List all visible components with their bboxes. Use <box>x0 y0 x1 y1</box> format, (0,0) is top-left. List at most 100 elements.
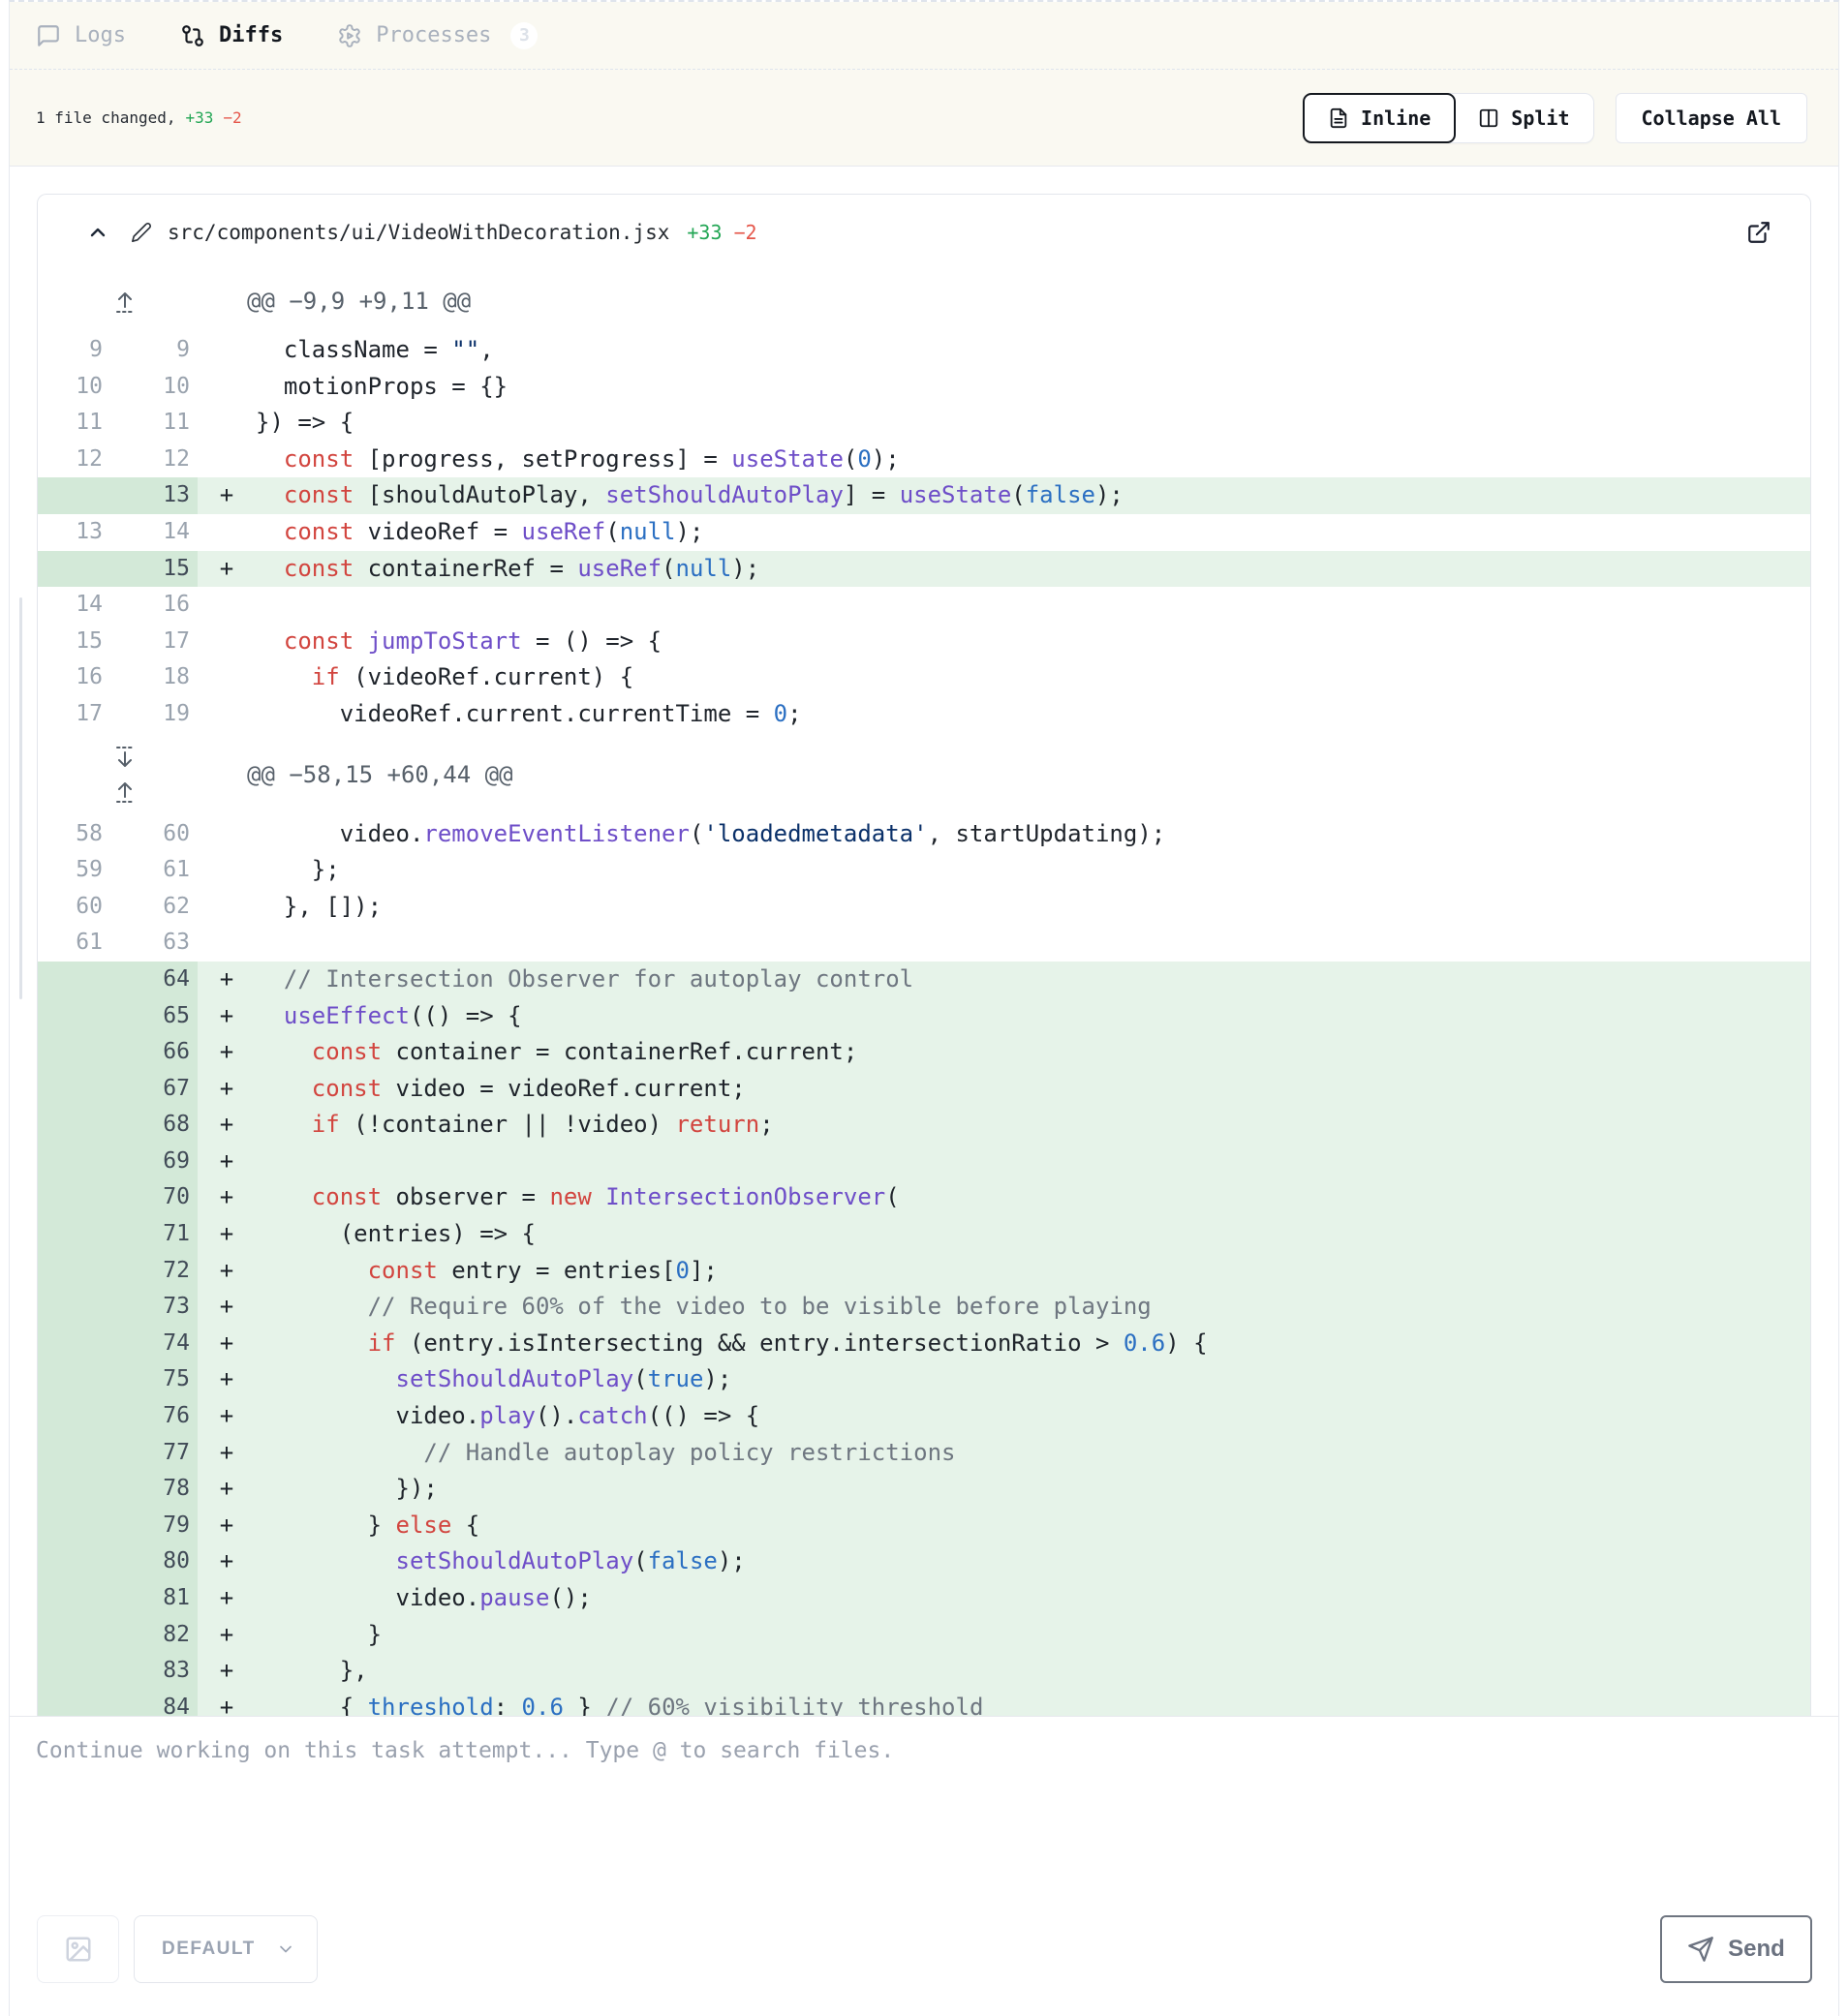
send-button[interactable]: Send <box>1660 1915 1812 1983</box>
code-text: video.play().catch(() => { <box>256 1402 760 1430</box>
tab-diffs[interactable]: Diffs <box>180 23 283 48</box>
old-line-number <box>38 1252 110 1290</box>
diff-marker <box>198 405 256 442</box>
collapse-all-button[interactable]: Collapse All <box>1615 92 1807 143</box>
code-text: const videoRef = useRef(null); <box>283 517 704 545</box>
diff-line: 58 60 video.removeEventListener('loadedme… <box>38 816 1810 853</box>
send-icon <box>1688 1937 1713 1962</box>
attach-image-button[interactable] <box>37 1915 119 1983</box>
diff-marker: + <box>219 1038 234 1066</box>
expand-down-button[interactable] <box>109 743 140 774</box>
code-text: // Intersection Observer for autoplay co… <box>283 964 914 993</box>
new-line-number: 13 <box>110 477 198 514</box>
old-line-number: 59 <box>76 857 103 883</box>
code-text: // Handle autoplay policy restrictions <box>423 1438 956 1466</box>
new-line-number: 84 <box>110 1689 198 1716</box>
diff-marker: + <box>219 1620 234 1648</box>
diff-content: @@ −9,9 +9,11 @@ 9 9 className = "", 10 10 m… <box>38 270 1810 1716</box>
tab-processes-label: Processes <box>376 23 492 47</box>
old-line-number: 14 <box>76 592 103 618</box>
new-line-number: 70 <box>110 1179 198 1217</box>
processes-count-badge: 3 <box>510 21 539 49</box>
new-line-number: 19 <box>163 700 190 726</box>
old-line-number: 16 <box>76 664 103 690</box>
diff-line: 61 63 <box>38 925 1810 962</box>
hunk-header: @@ −58,15 +60,44 @@ <box>38 733 1810 816</box>
new-line-number: 63 <box>163 930 190 956</box>
expand-up-button[interactable] <box>109 776 140 807</box>
diff-toolbar: 1 file changed, +33 −2 Inline Split Coll… <box>10 70 1838 167</box>
diff-line: 65 + useEffect(() => { <box>38 997 1810 1035</box>
diff-marker: + <box>219 1584 234 1611</box>
hunk-header: @@ −9,9 +9,11 @@ <box>38 270 1810 332</box>
diff-marker: + <box>219 481 234 509</box>
diff-marker: + <box>219 1329 234 1357</box>
diff-marker: + <box>219 1365 234 1393</box>
new-line-number: 10 <box>163 373 190 399</box>
old-line-number <box>38 477 110 514</box>
diff-marker: + <box>219 1001 234 1029</box>
code-text: }, <box>256 1657 368 1685</box>
code-text: { threshold: 0.6 } // 60% visibility thr… <box>256 1693 984 1716</box>
new-line-number: 73 <box>110 1289 198 1326</box>
file-text-icon <box>1330 107 1347 128</box>
diff-marker: + <box>219 1256 234 1284</box>
new-line-number: 67 <box>110 1070 198 1108</box>
pencil-icon <box>131 222 152 243</box>
diff-line: 14 16 <box>38 587 1810 624</box>
diff-line: 76 + video.play().catch(() => { <box>38 1398 1810 1435</box>
diff-marker <box>198 816 256 853</box>
code-text: const entry = entries[0]; <box>367 1256 718 1284</box>
git-compare-icon <box>182 24 203 46</box>
scrollbar-thumb[interactable] <box>19 597 22 999</box>
old-line-number <box>38 1471 110 1508</box>
model-selector[interactable]: DEFAULT <box>134 1915 318 1983</box>
new-line-number: 79 <box>110 1507 198 1544</box>
diff-line: 73 + // Require 60% of the video to be vi… <box>38 1289 1810 1326</box>
new-line-number: 61 <box>163 857 190 883</box>
new-line-number: 11 <box>163 410 190 436</box>
changed-files-summary: 1 file changed, +33 −2 <box>36 108 242 127</box>
diff-line: 16 18 if (videoRef.current) { <box>38 659 1810 696</box>
new-line-number: 72 <box>110 1252 198 1290</box>
new-line-number: 77 <box>110 1434 198 1472</box>
send-button-label: Send <box>1728 1936 1785 1962</box>
inline-view-button[interactable]: Inline <box>1303 92 1457 143</box>
summary-deletions: −2 <box>223 108 242 127</box>
code-text: video.removeEventListener('loadedmetadat… <box>256 819 1166 847</box>
diff-marker: + <box>219 1183 234 1211</box>
tab-logs[interactable]: Logs <box>36 23 126 48</box>
chevron-down-icon <box>280 1945 292 1953</box>
new-line-number: 80 <box>110 1543 198 1580</box>
diff-line: 67 + const video = videoRef.current; <box>38 1070 1810 1108</box>
old-line-number: 10 <box>76 373 103 399</box>
tab-processes[interactable]: Processes 3 <box>337 21 539 49</box>
old-line-number <box>38 1434 110 1472</box>
composer-input[interactable] <box>36 1738 1682 1854</box>
gear-icon <box>339 23 360 47</box>
open-external-button[interactable] <box>1746 220 1771 245</box>
new-line-number: 82 <box>110 1616 198 1654</box>
new-line-number: 62 <box>163 893 190 919</box>
diff-line: 83 + }, <box>38 1653 1810 1690</box>
old-line-number <box>38 1216 110 1253</box>
diff-marker <box>198 624 256 660</box>
new-line-number: 12 <box>163 445 190 472</box>
collapse-file-button[interactable] <box>86 221 109 244</box>
diff-line: 79 + } else { <box>38 1507 1810 1544</box>
diff-line: 68 + if (!container || !video) return; <box>38 1107 1810 1144</box>
code-text: const [progress, setProgress] = useState… <box>283 444 900 473</box>
diff-marker: + <box>219 1111 234 1139</box>
diff-marker <box>198 442 256 478</box>
diff-line: 74 + if (entry.isIntersecting && entry.in… <box>38 1325 1810 1362</box>
new-line-number: 18 <box>163 664 190 690</box>
old-line-number <box>38 961 110 998</box>
old-line-number <box>38 997 110 1035</box>
new-line-number: 60 <box>163 820 190 846</box>
code-text: videoRef.current.currentTime = 0; <box>256 699 802 727</box>
file-deletions: −2 <box>733 221 757 244</box>
split-view-button[interactable]: Split <box>1455 93 1593 142</box>
expand-up-button[interactable] <box>109 286 140 317</box>
